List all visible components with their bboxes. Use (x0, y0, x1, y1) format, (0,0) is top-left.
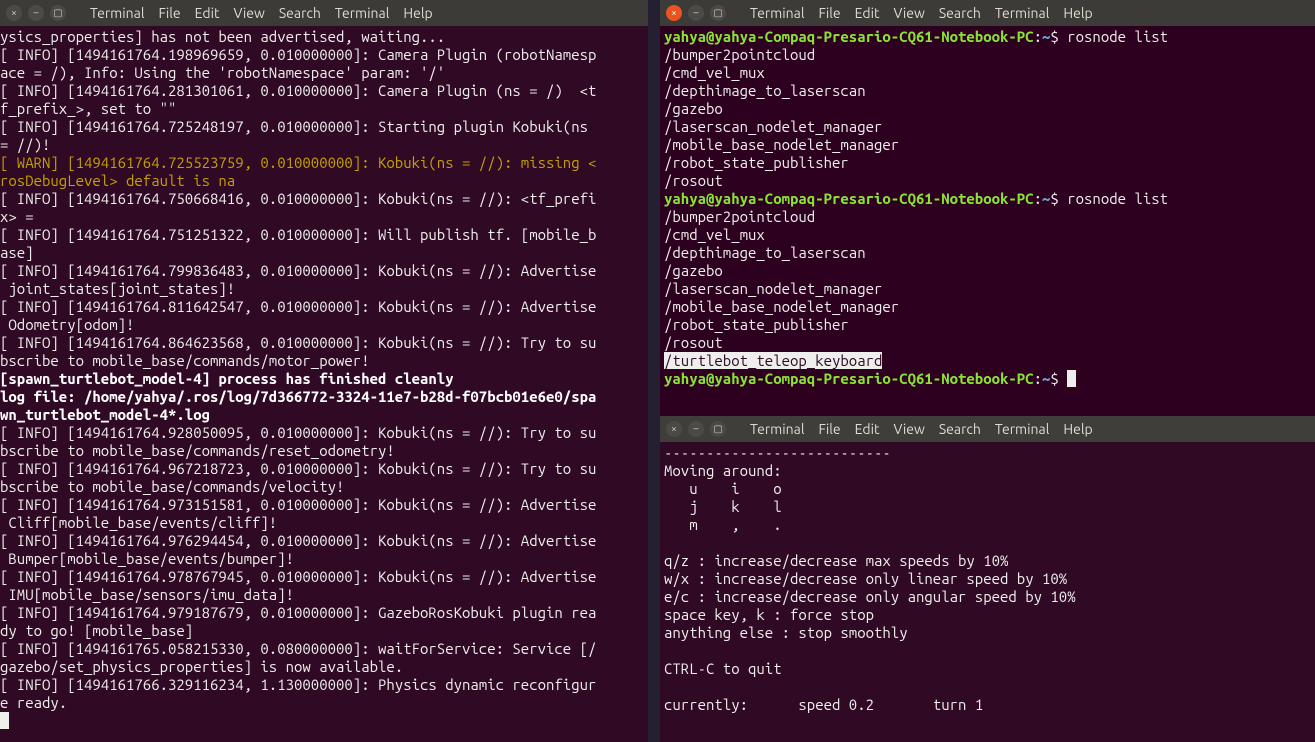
menu-search[interactable]: Search (939, 4, 981, 22)
menu-edit[interactable]: Edit (195, 4, 220, 22)
maximize-icon[interactable]: ▢ (710, 421, 726, 437)
menu-view[interactable]: View (894, 4, 925, 22)
close-icon[interactable]: × (666, 5, 682, 21)
menu-terminal2[interactable]: Terminal (995, 420, 1050, 438)
menu-terminal[interactable]: Terminal (750, 4, 805, 22)
menu-edit[interactable]: Edit (855, 420, 880, 438)
menubar: × – ▢ Terminal File Edit View Search Ter… (660, 416, 1315, 442)
menu-help[interactable]: Help (1063, 420, 1092, 438)
close-icon[interactable]: × (666, 421, 682, 437)
menu-search[interactable]: Search (939, 420, 981, 438)
menu-terminal[interactable]: Terminal (750, 420, 805, 438)
terminal-window-3[interactable]: × – ▢ Terminal File Edit View Search Ter… (660, 416, 1315, 742)
menu-file[interactable]: File (819, 4, 841, 22)
window-divider (648, 0, 660, 742)
terminal-window-1[interactable]: × – ▢ Terminal File Edit View Search Ter… (0, 0, 648, 742)
minimize-icon[interactable]: – (28, 5, 44, 21)
terminal-output[interactable]: yahya@yahya-Compaq-Presario-CQ61-Noteboo… (660, 26, 1315, 416)
menubar: × – ▢ Terminal File Edit View Search Ter… (660, 0, 1315, 26)
menu-view[interactable]: View (894, 420, 925, 438)
terminal-output[interactable]: ---------------------------Moving around… (660, 442, 1315, 742)
menu-terminal[interactable]: Terminal (90, 4, 145, 22)
window-controls: × – ▢ (666, 421, 726, 437)
window-controls: × – ▢ (6, 5, 66, 21)
menu-terminal2[interactable]: Terminal (995, 4, 1050, 22)
minimize-icon[interactable]: – (688, 5, 704, 21)
menu-file[interactable]: File (159, 4, 181, 22)
close-icon[interactable]: × (6, 5, 22, 21)
menu-file[interactable]: File (819, 420, 841, 438)
maximize-icon[interactable]: ▢ (710, 5, 726, 21)
window-controls: × – ▢ (666, 5, 726, 21)
menu-help[interactable]: Help (403, 4, 432, 22)
menu-search[interactable]: Search (279, 4, 321, 22)
terminal-output[interactable]: ysics_properties] has not been advertise… (0, 26, 648, 742)
menu-terminal2[interactable]: Terminal (335, 4, 390, 22)
minimize-icon[interactable]: – (688, 421, 704, 437)
menu-view[interactable]: View (234, 4, 265, 22)
desktop: × – ▢ Terminal File Edit View Search Ter… (0, 0, 1315, 742)
menu-edit[interactable]: Edit (855, 4, 880, 22)
menubar: × – ▢ Terminal File Edit View Search Ter… (0, 0, 648, 26)
menu-help[interactable]: Help (1063, 4, 1092, 22)
maximize-icon[interactable]: ▢ (50, 5, 66, 21)
terminal-window-2[interactable]: × – ▢ Terminal File Edit View Search Ter… (660, 0, 1315, 416)
